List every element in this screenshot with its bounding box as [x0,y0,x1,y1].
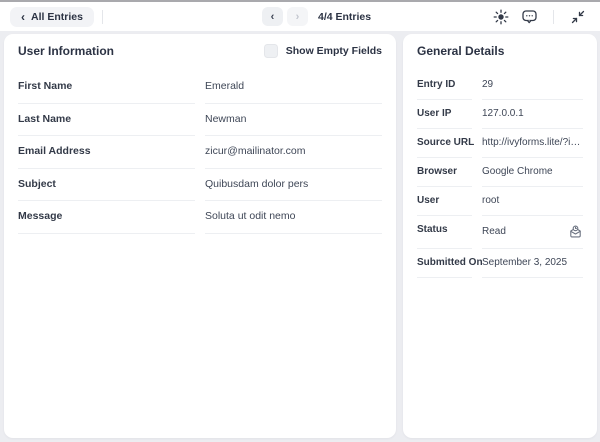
field-label: Message [18,201,195,234]
detail-label: Entry ID [417,71,472,100]
field-label: First Name [18,71,195,104]
field-row-first-name: First Name Emerald [18,71,382,104]
detail-value-source-url: http://ivyforms.lite/?ivyforms_previe... [482,129,583,158]
detail-row-user: User root [417,187,583,216]
general-details-title: General Details [417,44,504,58]
sun-icon [493,9,509,25]
toolbar-divider [102,10,103,24]
previous-entry-button[interactable]: ‹ [262,7,283,26]
field-value: Emerald [205,71,382,104]
field-value: zicur@mailinator.com [205,136,382,169]
detail-value: September 3, 2025 [482,249,583,278]
dark-mode-toggle-button[interactable] [489,6,513,28]
detail-label: Source URL [417,129,472,158]
show-empty-fields-toggle[interactable]: Show Empty Fields [264,44,382,58]
detail-value-status: Read [482,216,583,249]
field-value: Newman [205,104,382,137]
detail-row-entry-id: Entry ID 29 [417,71,583,100]
detail-row-status: Status Read [417,216,583,249]
collapse-diagonal-arrows-icon [571,10,585,24]
mail-clock-icon[interactable] [568,224,583,239]
detail-row-browser: Browser Google Chrome [417,158,583,187]
chevron-right-icon: › [296,11,300,23]
entry-detail-content: User Information Show Empty Fields First… [4,34,597,438]
chevron-left-icon: ‹ [21,11,25,23]
next-entry-button[interactable]: › [287,7,308,26]
detail-label: Submitted On [417,249,472,278]
field-row-message: Message Soluta ut odit nemo [18,201,382,234]
chat-bubble-icon [521,8,538,25]
entry-pager: ‹ › 4/4 Entries [262,2,371,31]
detail-label: User IP [417,100,472,129]
field-row-last-name: Last Name Newman [18,104,382,137]
detail-row-user-ip: User IP 127.0.0.1 [417,100,583,129]
field-label: Last Name [18,104,195,137]
toolbar: ‹ All Entries ‹ › 4/4 Entries [0,2,600,31]
field-label: Subject [18,169,195,202]
back-to-all-entries-button[interactable]: ‹ All Entries [10,7,94,27]
field-value: Soluta ut odit nemo [205,201,382,234]
detail-value: 127.0.0.1 [482,100,583,129]
detail-label: Browser [417,158,472,187]
toolbar-divider [553,10,554,24]
field-label: Email Address [18,136,195,169]
field-row-email-address: Email Address zicur@mailinator.com [18,136,382,169]
detail-label: Status [417,216,472,249]
field-row-subject: Subject Quibusdam dolor pers [18,169,382,202]
chevron-left-icon: ‹ [271,11,275,23]
back-button-label: All Entries [31,11,83,23]
detail-row-source-url: Source URL http://ivyforms.lite/?ivyform… [417,129,583,158]
field-value: Quibusdam dolor pers [205,169,382,202]
user-information-title: User Information [18,44,114,58]
status-value: Read [482,226,506,237]
detail-row-submitted-on: Submitted On September 3, 2025 [417,249,583,278]
entries-count-label: 4/4 Entries [318,11,371,23]
detail-label: User [417,187,472,216]
detail-value: Google Chrome [482,158,583,187]
detail-value: root [482,187,583,216]
collapse-view-button[interactable] [566,6,590,28]
toolbar-right-group [489,6,590,28]
show-empty-fields-label: Show Empty Fields [286,45,382,57]
detail-value: 29 [482,71,583,100]
feedback-button[interactable] [517,6,541,28]
user-information-panel: User Information Show Empty Fields First… [4,34,396,438]
user-information-header: User Information Show Empty Fields [18,44,382,58]
general-details-panel: General Details Entry ID 29 User IP 127.… [403,34,597,438]
general-details-header: General Details [417,44,583,58]
show-empty-fields-checkbox[interactable] [264,44,278,58]
